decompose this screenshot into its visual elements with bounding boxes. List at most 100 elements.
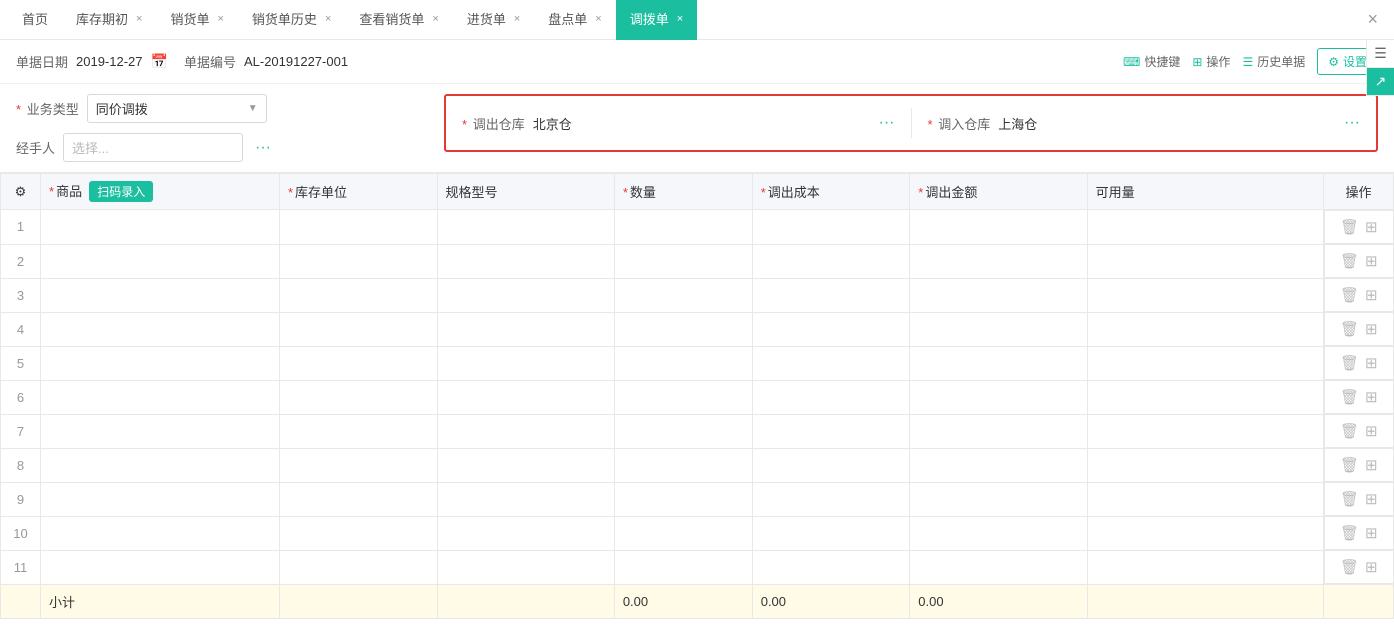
tab-view-sales-close[interactable]: ×	[432, 13, 438, 25]
row-goods-5[interactable]	[41, 346, 280, 380]
copy-icon-10[interactable]: ⊞	[1365, 524, 1378, 542]
row-amount-9	[910, 482, 1087, 516]
panel-list-icon[interactable]: ☰	[1367, 40, 1394, 68]
delete-icon-9[interactable]: 🗑	[1340, 490, 1359, 508]
row-avail-7	[1087, 414, 1323, 448]
scan-button[interactable]: 扫码录入	[89, 181, 153, 202]
tab-sales-order-close[interactable]: ×	[217, 13, 223, 25]
row-goods-2[interactable]	[41, 244, 280, 278]
tab-sales-history-label: 销货单历史	[252, 9, 317, 28]
copy-icon-6[interactable]: ⊞	[1365, 388, 1378, 406]
row-goods-8[interactable]	[41, 448, 280, 482]
row-ops-7: 🗑 ⊞	[1324, 414, 1394, 448]
setting-label: 设置	[1343, 53, 1367, 70]
row-goods-7[interactable]	[41, 414, 280, 448]
row-goods-3[interactable]	[41, 278, 280, 312]
row-unit-1	[279, 210, 437, 245]
delete-icon-5[interactable]: 🗑	[1340, 354, 1359, 372]
history-button[interactable]: ☰ 历史单据	[1242, 53, 1305, 70]
date-value: 2019-12-27	[76, 54, 143, 69]
ops-button[interactable]: ⊞ 操作	[1192, 53, 1230, 70]
delete-icon-2[interactable]: 🗑	[1340, 252, 1359, 270]
tab-inventory-init[interactable]: 库存期初 ×	[62, 0, 156, 40]
copy-icon-2[interactable]: ⊞	[1365, 252, 1378, 270]
copy-icon-7[interactable]: ⊞	[1365, 422, 1378, 440]
subtotal-qty: 0.00	[614, 585, 752, 619]
table-body: 1 🗑 ⊞ 2	[1, 210, 1394, 619]
copy-icon-11[interactable]: ⊞	[1365, 558, 1378, 576]
tab-sales-history[interactable]: 销货单历史 ×	[238, 0, 345, 40]
row-amount-8	[910, 448, 1087, 482]
row-num-1: 1	[1, 210, 41, 245]
copy-icon-3[interactable]: ⊞	[1365, 286, 1378, 304]
row-spec-1	[437, 210, 614, 245]
row-spec-2	[437, 244, 614, 278]
global-close-icon[interactable]: ×	[1359, 9, 1386, 30]
copy-icon-9[interactable]: ⊞	[1365, 490, 1378, 508]
subtotal-amount: 0.00	[910, 585, 1087, 619]
warehouse-in-field: * 调入仓库 上海仓 ···	[928, 114, 1361, 133]
col-spec-header: 规格型号	[437, 174, 614, 210]
row-goods-10[interactable]	[41, 516, 280, 550]
tab-sales-history-close[interactable]: ×	[325, 13, 331, 25]
delete-icon-10[interactable]: 🗑	[1340, 524, 1359, 542]
tab-stocktake-close[interactable]: ×	[595, 13, 601, 25]
tab-sales-order[interactable]: 销货单 ×	[156, 0, 237, 40]
warehouse-out-field: * 调出仓库 北京仓 ···	[462, 114, 895, 133]
business-type-value: 同价调拨	[96, 99, 244, 118]
warehouse-out-required: *	[462, 117, 467, 132]
warehouse-in-value: 上海仓	[998, 114, 1037, 133]
history-icon: ☰	[1242, 55, 1253, 69]
row-amount-11	[910, 550, 1087, 585]
delete-icon-3[interactable]: 🗑	[1340, 286, 1359, 304]
row-goods-4[interactable]	[41, 312, 280, 346]
row-goods-11[interactable]	[41, 550, 280, 585]
tab-inventory-init-close[interactable]: ×	[136, 13, 142, 25]
delete-icon-8[interactable]: 🗑	[1340, 456, 1359, 474]
history-label: 历史单据	[1257, 53, 1305, 70]
dropdown-arrow-icon: ▼	[248, 103, 258, 114]
delete-icon-4[interactable]: 🗑	[1340, 320, 1359, 338]
col-settings-header[interactable]: ⚙	[1, 174, 41, 210]
delete-icon-7[interactable]: 🗑	[1340, 422, 1359, 440]
tab-view-sales[interactable]: 查看销货单 ×	[345, 0, 452, 40]
row-ops-9: 🗑 ⊞	[1324, 482, 1394, 516]
subtotal-row: 小计 0.00 0.00 0.00	[1, 585, 1394, 619]
row-cost-10	[752, 516, 910, 550]
toolbar: 单据日期 2019-12-27 📅 单据编号 AL-20191227-001 ⌨…	[0, 40, 1394, 84]
row-qty-11	[614, 550, 752, 585]
row-goods-9[interactable]	[41, 482, 280, 516]
delete-icon-6[interactable]: 🗑	[1340, 388, 1359, 406]
delete-icon-11[interactable]: 🗑	[1340, 558, 1359, 576]
copy-icon-4[interactable]: ⊞	[1365, 320, 1378, 338]
tab-stocktake[interactable]: 盘点单 ×	[534, 0, 615, 40]
tab-home[interactable]: 首页	[8, 0, 62, 40]
col-unit-header: *库存单位	[279, 174, 437, 210]
delete-icon-1[interactable]: 🗑	[1340, 218, 1359, 236]
row-ops-3: 🗑 ⊞	[1324, 278, 1394, 312]
tab-transfer[interactable]: 调拨单 ×	[616, 0, 697, 40]
copy-icon-5[interactable]: ⊞	[1365, 354, 1378, 372]
panel-export-icon[interactable]: ↗	[1367, 68, 1394, 96]
row-cost-3	[752, 278, 910, 312]
shortcut-button[interactable]: ⌨ 快捷键	[1123, 53, 1180, 70]
handler-select[interactable]: 选择...	[63, 133, 243, 162]
copy-icon-1[interactable]: ⊞	[1365, 218, 1378, 236]
warehouse-in-more-icon[interactable]: ···	[1344, 114, 1360, 132]
business-type-select[interactable]: 同价调拨 ▼	[87, 94, 267, 123]
settings-icon[interactable]: ⚙	[15, 184, 27, 199]
table-row: 4 🗑 ⊞	[1, 312, 1394, 346]
row-goods-1[interactable]	[41, 210, 280, 245]
row-goods-6[interactable]	[41, 380, 280, 414]
table-row: 10 🗑 ⊞	[1, 516, 1394, 550]
tab-transfer-close[interactable]: ×	[677, 13, 683, 25]
handler-more-icon[interactable]: ···	[255, 139, 271, 157]
row-ops-2: 🗑 ⊞	[1324, 244, 1394, 278]
warehouse-out-more-icon[interactable]: ···	[879, 114, 895, 132]
tab-purchase-order[interactable]: 进货单 ×	[453, 0, 534, 40]
warehouse-divider	[911, 108, 912, 138]
tab-purchase-order-close[interactable]: ×	[514, 13, 520, 25]
copy-icon-8[interactable]: ⊞	[1365, 456, 1378, 474]
calendar-icon[interactable]: 📅	[151, 53, 168, 70]
row-ops-1: 🗑 ⊞	[1324, 210, 1394, 244]
